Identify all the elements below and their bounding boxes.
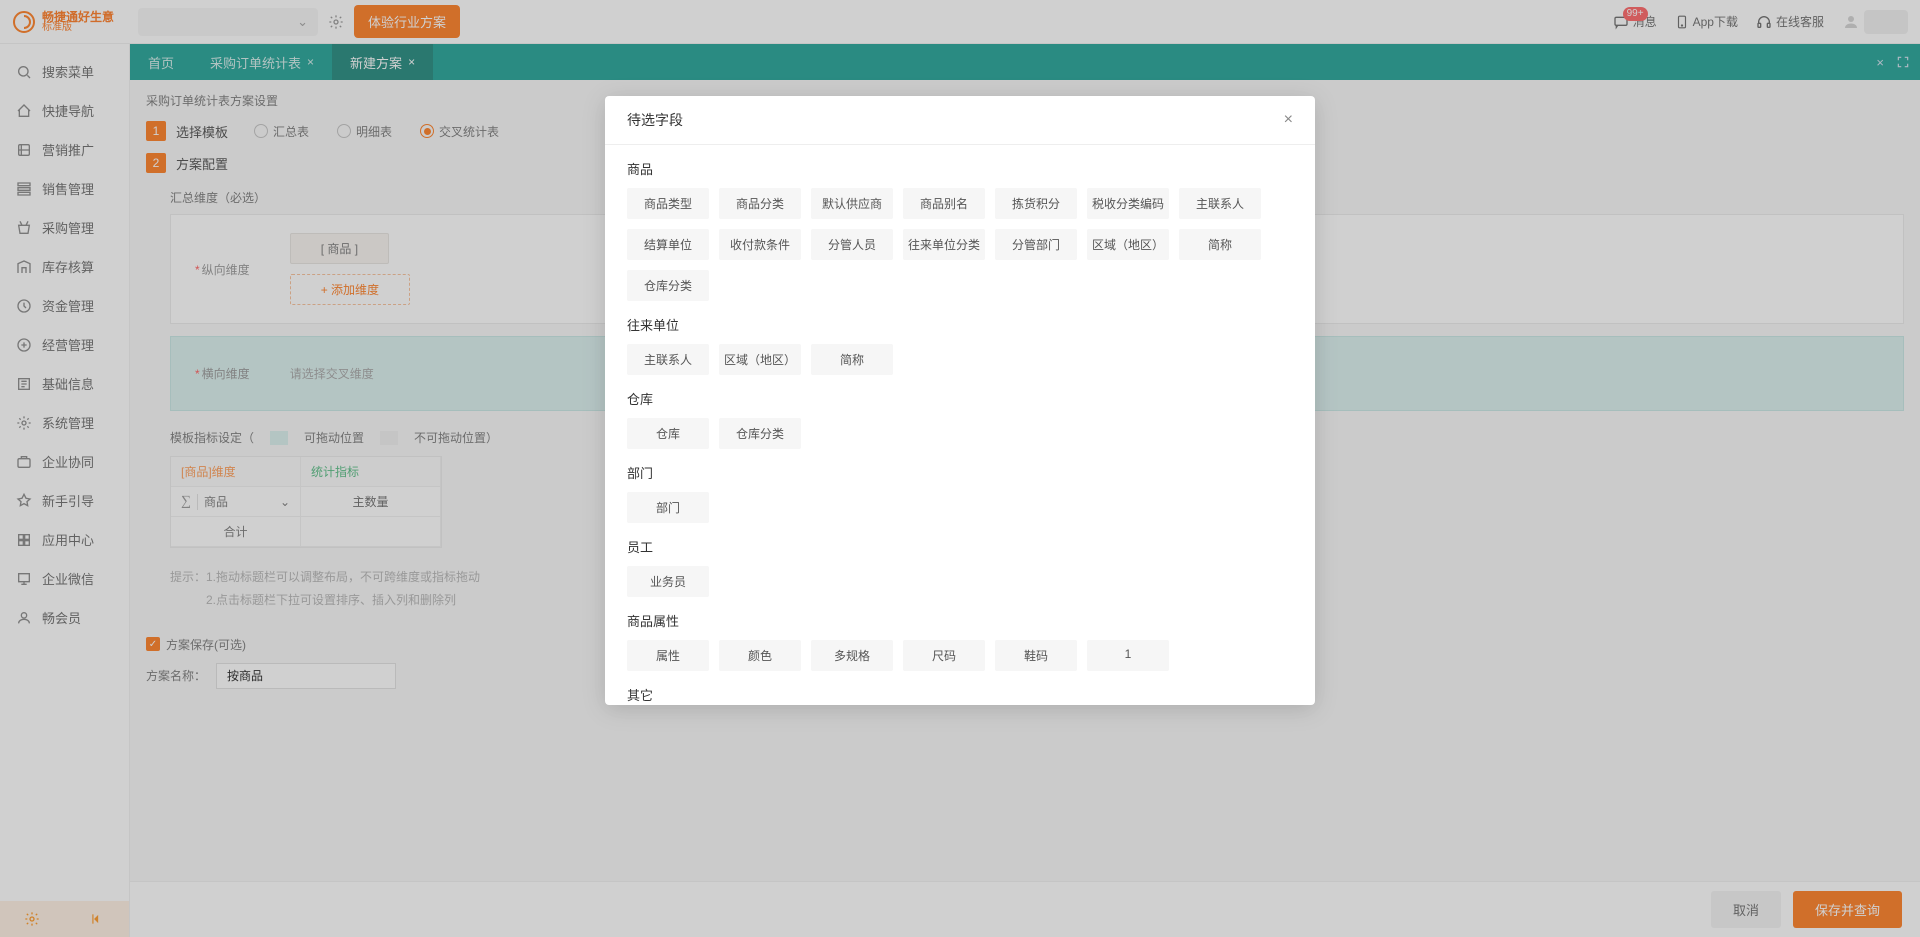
field-chip[interactable]: 区域（地区）	[719, 344, 801, 375]
field-chip[interactable]: 1	[1087, 640, 1169, 671]
field-chip[interactable]: 商品别名	[903, 188, 985, 219]
field-chip[interactable]: 商品类型	[627, 188, 709, 219]
field-chip[interactable]: 结算单位	[627, 229, 709, 260]
field-chip[interactable]: 拣货积分	[995, 188, 1077, 219]
field-group-title: 其它	[627, 685, 1293, 704]
field-chip[interactable]: 主联系人	[1179, 188, 1261, 219]
field-group-2: 仓库仓库仓库分类	[627, 389, 1293, 449]
field-group-title: 往来单位	[627, 315, 1293, 334]
field-group-0: 商品商品类型商品分类默认供应商商品别名拣货积分税收分类编码主联系人结算单位收付款…	[627, 159, 1293, 301]
field-chip[interactable]: 属性	[627, 640, 709, 671]
field-chip[interactable]: 多规格	[811, 640, 893, 671]
field-chip[interactable]: 仓库分类	[627, 270, 709, 301]
field-group-1: 往来单位主联系人区域（地区） 简称	[627, 315, 1293, 375]
field-chip[interactable]: 仓库	[627, 418, 709, 449]
field-chip[interactable]: 收付款条件	[719, 229, 801, 260]
field-chip[interactable]: 区域（地区）	[1087, 229, 1169, 260]
field-chip[interactable]: 税收分类编码	[1087, 188, 1169, 219]
field-group-title: 商品属性	[627, 611, 1293, 630]
field-chip[interactable]: 仓库分类	[719, 418, 801, 449]
field-chip[interactable]: 商品分类	[719, 188, 801, 219]
field-chip[interactable]: 分管人员	[811, 229, 893, 260]
field-group-title: 商品	[627, 159, 1293, 178]
field-chip[interactable]: 简称	[1179, 229, 1261, 260]
field-chip[interactable]: 简称	[811, 344, 893, 375]
field-selector-modal: 待选字段 × 商品商品类型商品分类默认供应商商品别名拣货积分税收分类编码主联系人…	[605, 96, 1315, 705]
field-group-4: 员工业务员	[627, 537, 1293, 597]
field-group-3: 部门部门	[627, 463, 1293, 523]
field-group-title: 部门	[627, 463, 1293, 482]
field-group-6: 其它单据日期项目	[627, 685, 1293, 705]
close-icon[interactable]: ×	[1284, 111, 1293, 129]
field-group-5: 商品属性属性颜色多规格尺码鞋码 1	[627, 611, 1293, 671]
field-group-title: 仓库	[627, 389, 1293, 408]
field-chip[interactable]: 部门	[627, 492, 709, 523]
field-chip[interactable]: 鞋码	[995, 640, 1077, 671]
field-chip[interactable]: 主联系人	[627, 344, 709, 375]
field-chip[interactable]: 默认供应商	[811, 188, 893, 219]
field-chip[interactable]: 业务员	[627, 566, 709, 597]
field-chip[interactable]: 分管部门	[995, 229, 1077, 260]
field-chip[interactable]: 颜色	[719, 640, 801, 671]
field-chip[interactable]: 尺码	[903, 640, 985, 671]
field-chip[interactable]: 往来单位分类	[903, 229, 985, 260]
modal-title: 待选字段	[627, 110, 683, 130]
field-group-title: 员工	[627, 537, 1293, 556]
